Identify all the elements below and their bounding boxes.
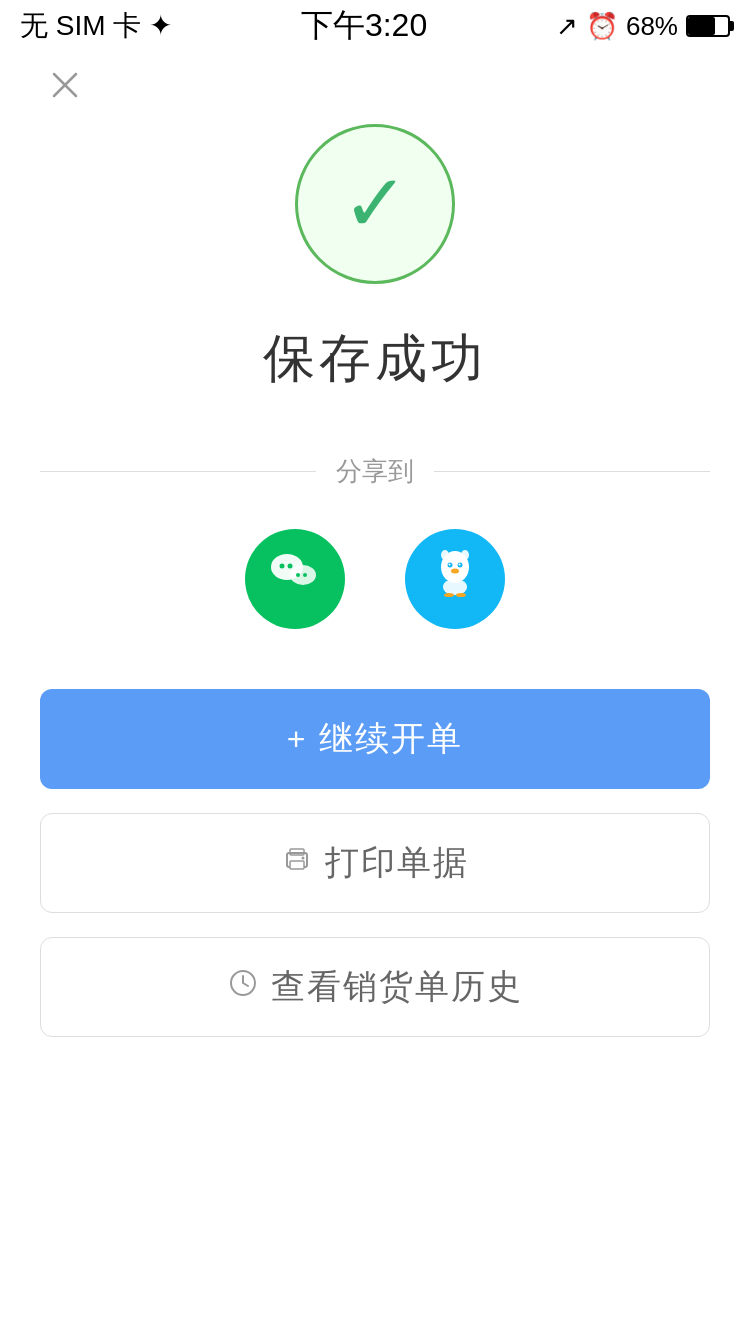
svg-point-5 xyxy=(288,564,293,569)
success-circle: ✓ xyxy=(295,124,455,284)
svg-point-22 xyxy=(302,857,305,860)
wechat-icon xyxy=(267,545,323,613)
status-bar: 无 SIM 卡 ✦ 下午3:20 ↗ ⏰ 68% xyxy=(0,0,750,44)
print-receipt-button[interactable]: 打印单据 xyxy=(40,813,710,913)
svg-point-13 xyxy=(451,569,459,574)
battery-icon xyxy=(686,15,730,37)
view-history-label: 查看销货单历史 xyxy=(271,964,523,1010)
history-icon xyxy=(227,967,259,1007)
battery-percent: 68% xyxy=(626,11,678,42)
continue-order-label: 继续开单 xyxy=(319,716,463,762)
continue-order-button[interactable]: + 继续开单 xyxy=(40,689,710,789)
plus-icon: + xyxy=(287,721,308,758)
print-icon xyxy=(281,843,313,883)
share-divider: 分享到 xyxy=(40,454,710,489)
svg-point-4 xyxy=(280,564,285,569)
view-history-button[interactable]: 查看销货单历史 xyxy=(40,937,710,1037)
svg-point-17 xyxy=(444,593,454,597)
qq-share-button[interactable] xyxy=(405,529,505,629)
alarm-icon: ⏰ xyxy=(586,11,618,42)
share-icons xyxy=(40,529,710,629)
share-section: 分享到 xyxy=(0,454,750,629)
qq-icon xyxy=(427,545,483,613)
svg-point-14 xyxy=(441,550,449,560)
status-time: 下午3:20 xyxy=(301,4,427,48)
wechat-share-button[interactable] xyxy=(245,529,345,629)
svg-point-18 xyxy=(456,593,466,597)
action-buttons: + 继续开单 打印单据 查看销货单历史 xyxy=(0,689,750,1037)
checkmark-icon: ✓ xyxy=(342,164,409,244)
status-right: ↗ ⏰ 68% xyxy=(556,11,730,42)
success-title: 保存成功 xyxy=(263,324,487,394)
print-receipt-label: 打印单据 xyxy=(325,840,469,886)
sim-label: 无 SIM 卡 ✦ xyxy=(20,7,172,45)
svg-point-11 xyxy=(449,564,451,566)
navigation-icon: ↗ xyxy=(556,11,578,42)
svg-point-6 xyxy=(296,573,300,577)
svg-point-7 xyxy=(303,573,307,577)
svg-point-12 xyxy=(459,564,461,566)
close-icon xyxy=(50,70,80,100)
share-label: 分享到 xyxy=(336,454,414,489)
svg-point-16 xyxy=(443,579,467,595)
status-left: 无 SIM 卡 ✦ xyxy=(20,7,172,45)
close-button[interactable] xyxy=(40,60,90,110)
main-content: ✓ 保存成功 分享到 xyxy=(0,44,750,1037)
svg-point-15 xyxy=(461,550,469,560)
svg-rect-20 xyxy=(290,861,304,869)
